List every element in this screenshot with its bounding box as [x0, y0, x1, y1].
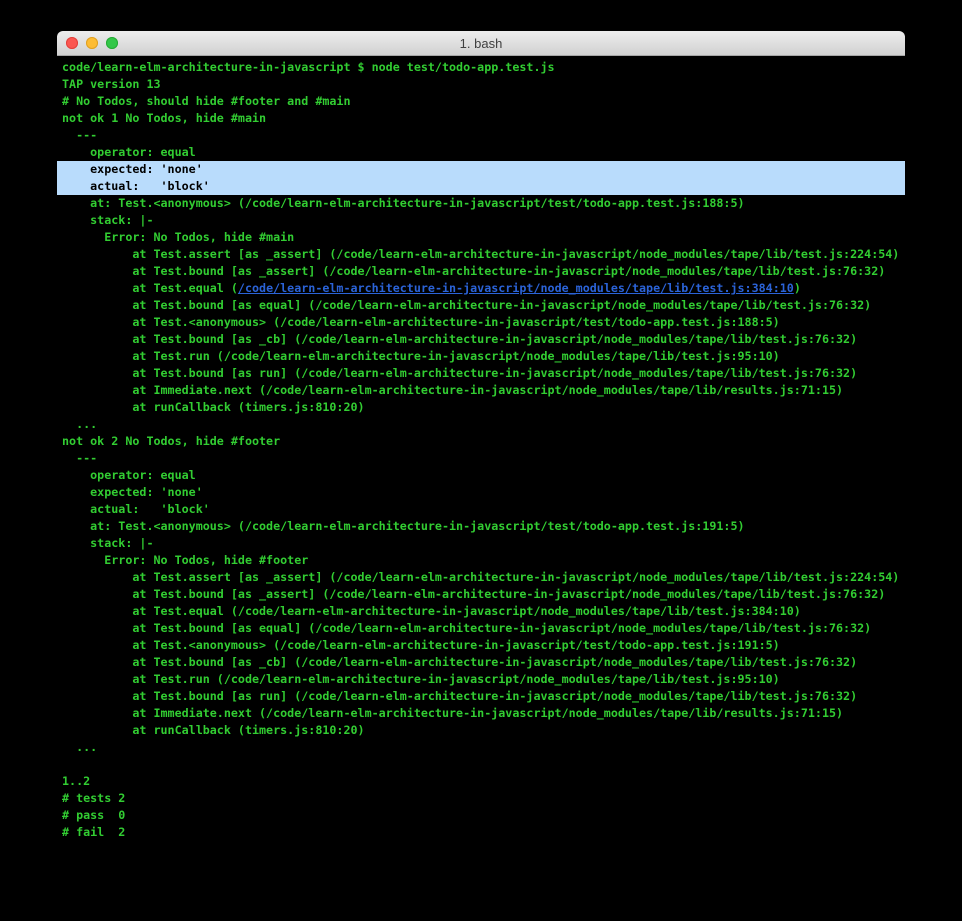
terminal-line: operator: equal	[62, 468, 196, 482]
terminal-line: Error: No Todos, hide #footer	[62, 553, 309, 567]
terminal-line: operator: equal	[62, 145, 196, 159]
minimize-button[interactable]	[86, 37, 98, 49]
terminal-line: at Test.equal (/code/learn-elm-architect…	[57, 280, 905, 297]
terminal-line: at Immediate.next (/code/learn-elm-archi…	[62, 383, 844, 397]
terminal-line: at Test.bound [as equal] (/code/learn-el…	[62, 621, 872, 635]
terminal-line: not ok 2 No Todos, hide #footer	[62, 434, 281, 448]
terminal-line: at Test.bound [as _cb] (/code/learn-elm-…	[62, 332, 858, 346]
stack-line-text: at Test.equal (	[62, 281, 238, 295]
terminal-line: at Test.assert [as _assert] (/code/learn…	[62, 570, 900, 584]
terminal-line: ...	[62, 740, 98, 754]
terminal-line: at Test.bound [as _assert] (/code/learn-…	[62, 264, 886, 278]
terminal-line: at runCallback (timers.js:810:20)	[62, 723, 365, 737]
terminal-line: at Test.bound [as _assert] (/code/learn-…	[62, 587, 886, 601]
terminal-line: at: Test.<anonymous> (/code/learn-elm-ar…	[62, 196, 745, 210]
titlebar[interactable]: 1. bash	[57, 31, 905, 56]
terminal-line: # tests 2	[62, 791, 126, 805]
terminal-line: 1..2	[62, 774, 91, 788]
terminal-line: at Test.bound [as run] (/code/learn-elm-…	[62, 366, 858, 380]
terminal-line: ---	[62, 451, 98, 465]
terminal-line: code/learn-elm-architecture-in-javascrip…	[62, 60, 555, 74]
terminal-line: at Test.<anonymous> (/code/learn-elm-arc…	[62, 638, 780, 652]
zoom-button[interactable]	[106, 37, 118, 49]
terminal-line: stack: |-	[62, 536, 154, 550]
terminal-line: expected: 'none'	[62, 485, 203, 499]
stack-file-link[interactable]: /code/learn-elm-architecture-in-javascri…	[238, 281, 794, 295]
stack-line-text: )	[793, 281, 801, 295]
terminal-line: at Test.bound [as _cb] (/code/learn-elm-…	[62, 655, 858, 669]
close-button[interactable]	[66, 37, 78, 49]
terminal-line: not ok 1 No Todos, hide #main	[62, 111, 267, 125]
terminal-line: actual: 'block'	[62, 502, 210, 516]
terminal-line: # pass 0	[62, 808, 126, 822]
terminal-line: # fail 2	[62, 825, 126, 839]
terminal-line: at Test.bound [as run] (/code/learn-elm-…	[62, 689, 858, 703]
terminal-line: at Test.<anonymous> (/code/learn-elm-arc…	[62, 315, 780, 329]
terminal-line: at Test.equal (/code/learn-elm-architect…	[62, 604, 801, 618]
terminal-line: stack: |-	[62, 213, 154, 227]
terminal-output[interactable]: code/learn-elm-architecture-in-javascrip…	[57, 56, 905, 920]
terminal-line: at: Test.<anonymous> (/code/learn-elm-ar…	[62, 519, 745, 533]
terminal-line: # No Todos, should hide #footer and #mai…	[62, 94, 351, 108]
terminal-line: at Test.run (/code/learn-elm-architectur…	[62, 672, 780, 686]
terminal-line: Error: No Todos, hide #main	[62, 230, 295, 244]
window-title: 1. bash	[459, 35, 503, 51]
terminal-line: ---	[62, 128, 98, 142]
terminal-line: ...	[62, 417, 98, 431]
traffic-lights	[66, 31, 118, 55]
terminal-line: at Immediate.next (/code/learn-elm-archi…	[62, 706, 844, 720]
terminal-line-selected: actual: 'block'	[57, 178, 905, 195]
terminal-line: at Test.bound [as equal] (/code/learn-el…	[62, 298, 872, 312]
terminal-line: at runCallback (timers.js:810:20)	[62, 400, 365, 414]
terminal-line: TAP version 13	[62, 77, 161, 91]
terminal-line: at Test.run (/code/learn-elm-architectur…	[62, 349, 780, 363]
terminal-line-selected: expected: 'none'	[57, 161, 905, 178]
terminal-window: 1. bash code/learn-elm-architecture-in-j…	[57, 31, 905, 921]
terminal-line: at Test.assert [as _assert] (/code/learn…	[62, 247, 900, 261]
